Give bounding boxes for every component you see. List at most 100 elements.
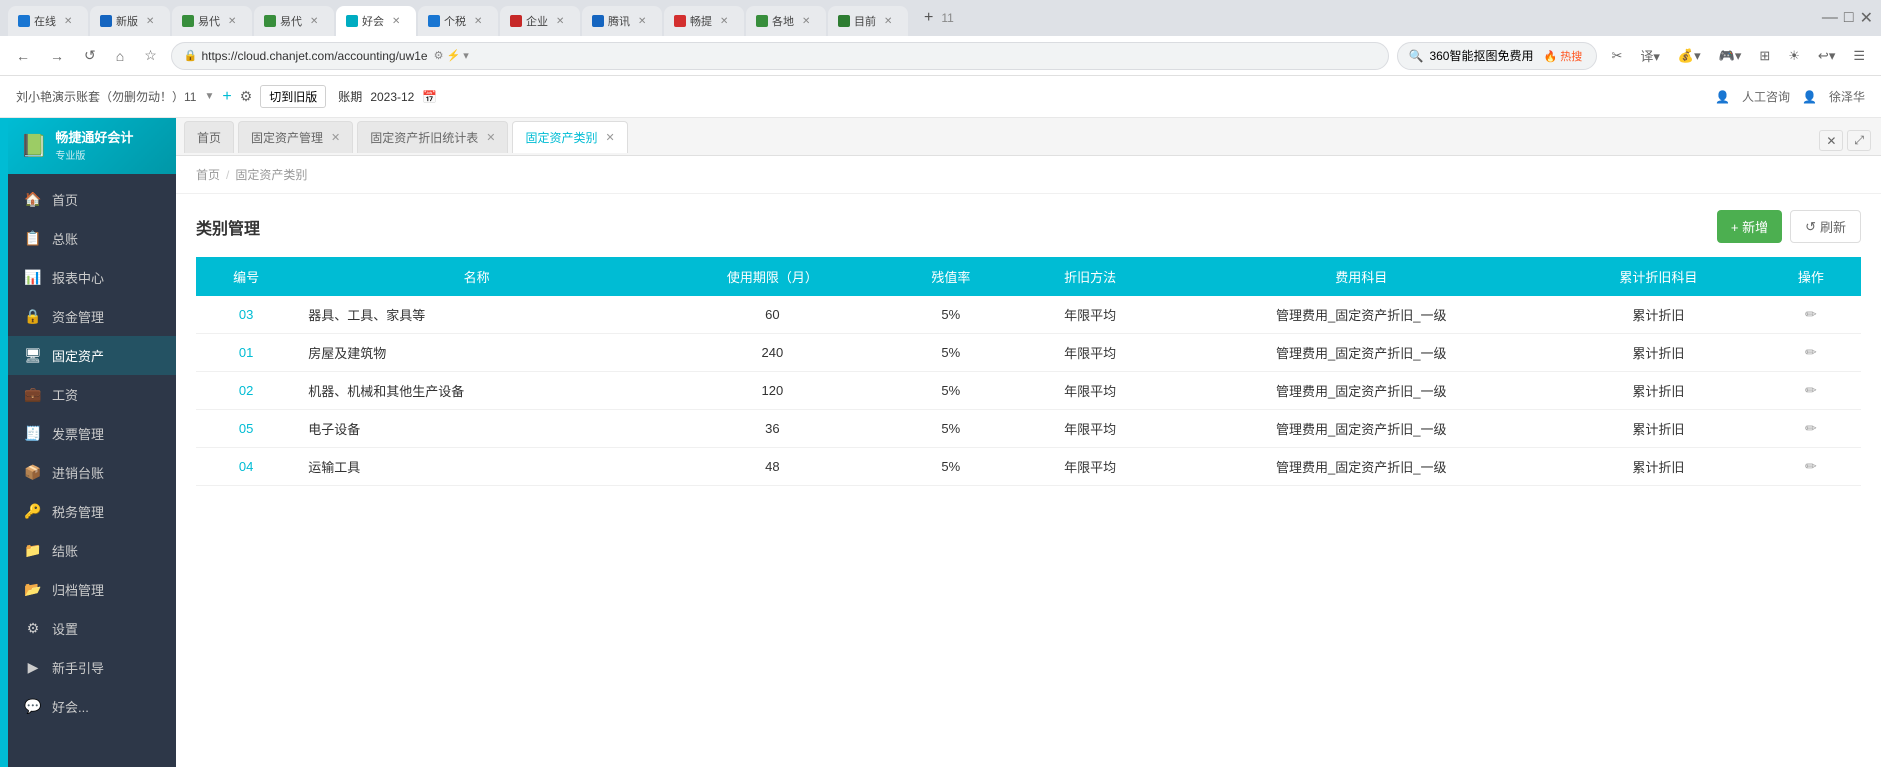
cell-period-1: 240: [657, 334, 888, 372]
sidebar-label-fixed_asset: 固定资产: [52, 346, 104, 365]
cell-accumulated-3: 累计折旧: [1556, 410, 1761, 448]
user-name[interactable]: 徐泽华: [1829, 88, 1865, 105]
maximize-btn[interactable]: □: [1844, 9, 1854, 27]
category-table: 编号名称使用期限（月）残值率折旧方法费用科目累计折旧科目操作 03 器具、工具、…: [196, 257, 1861, 486]
address-bar[interactable]: 🔒 https://cloud.chanjet.com/accounting/u…: [171, 42, 1390, 70]
hot-label: 🔥 热搜: [1543, 48, 1582, 64]
browser-tab-7[interactable]: 腾讯✕: [582, 6, 662, 36]
sidebar-item-home[interactable]: 🏠首页: [8, 180, 176, 219]
undo-btn[interactable]: ↩▾: [1812, 45, 1841, 67]
browser-tab-3[interactable]: 易代✕: [254, 6, 334, 36]
sidebar-item-guide[interactable]: ▶新手引导: [8, 648, 176, 687]
browser-tab-4[interactable]: 好会✕: [336, 6, 416, 36]
user-account-label: 刘小艳演示账套（勿删勿动！）11: [16, 88, 196, 105]
sidebar-item-recommend[interactable]: 💬好会...: [8, 687, 176, 726]
sun-btn[interactable]: ☀: [1782, 45, 1806, 67]
home-browser-btn[interactable]: ⌂: [110, 44, 130, 68]
sidebar-icon-guide: ▶: [24, 659, 42, 676]
browser-tab-5[interactable]: 个税✕: [418, 6, 498, 36]
tab-close-category[interactable]: ✕: [606, 131, 615, 144]
search-box[interactable]: 🔍 360智能抠图免费用 🔥 热搜: [1397, 42, 1597, 70]
consult-label[interactable]: 人工咨询: [1742, 88, 1790, 105]
minimize-btn[interactable]: —: [1822, 9, 1838, 27]
browser-tab-10[interactable]: 目前✕: [828, 6, 908, 36]
edit-btn-0[interactable]: ✏: [1805, 306, 1817, 322]
content-area: 首页 / 固定资产类别 类别管理 + 新增 ↺ 刷新: [176, 156, 1881, 767]
address-row: ← → ↺ ⌂ ☆ 🔒 https://cloud.chanjet.com/ac…: [0, 36, 1881, 76]
sidebar-icon-ledger: 📋: [24, 230, 42, 247]
refresh-label: 刷新: [1820, 217, 1846, 236]
browser-tab-8[interactable]: 畅提✕: [664, 6, 744, 36]
table-row: 05 电子设备 36 5% 年限平均 管理费用_固定资产折旧_一级 累计折旧 ✏: [196, 410, 1861, 448]
cell-name-0: 器具、工具、家具等: [296, 296, 657, 334]
wallet-btn[interactable]: 💰▾: [1672, 45, 1707, 67]
tab-close-fixed_mgmt[interactable]: ✕: [331, 131, 340, 144]
period-value: 2023-12: [370, 90, 414, 104]
app-tab-category[interactable]: 固定资产类别✕: [512, 121, 627, 153]
app-tab-fixed_mgmt[interactable]: 固定资产管理✕: [238, 121, 353, 153]
user-avatar-icon: 👤: [1802, 90, 1817, 104]
back-btn[interactable]: ←: [10, 44, 36, 68]
edit-btn-2[interactable]: ✏: [1805, 382, 1817, 398]
bookmark-btn[interactable]: ☆: [138, 43, 163, 68]
cell-code-2: 02: [196, 372, 296, 410]
calendar-icon[interactable]: 📅: [422, 90, 437, 104]
app-tab-home[interactable]: 首页: [184, 121, 234, 153]
settings-gear-btn[interactable]: ⚙: [240, 88, 253, 105]
sidebar-label-stock: 进销台账: [52, 463, 104, 482]
sidebar-item-report[interactable]: 📊报表中心: [8, 258, 176, 297]
expand-content-btn[interactable]: ⤢: [1847, 130, 1871, 151]
app-tab-depreciation[interactable]: 固定资产折旧统计表✕: [357, 121, 508, 153]
sidebar-label-home: 首页: [52, 190, 78, 209]
sidebar-item-salary[interactable]: 💼工资: [8, 375, 176, 414]
tabs-bar: 首页固定资产管理✕固定资产折旧统计表✕固定资产类别✕: [176, 118, 1881, 156]
sidebar-item-fixed_asset[interactable]: 🖥固定资产: [8, 336, 176, 375]
add-btn[interactable]: + 新增: [1717, 210, 1782, 243]
edit-btn-3[interactable]: ✏: [1805, 420, 1817, 436]
browser-tab-2[interactable]: 易代✕: [172, 6, 252, 36]
game-btn[interactable]: 🎮▾: [1713, 45, 1748, 67]
tab-count: 11: [941, 11, 953, 25]
grid-btn[interactable]: ⊞: [1753, 45, 1776, 67]
sidebar-item-settings[interactable]: ⚙设置: [8, 609, 176, 648]
translate-btn[interactable]: 译▾: [1634, 43, 1666, 68]
sidebar-item-stock[interactable]: 📦 进销台账: [8, 453, 176, 492]
sidebar-label-invoice: 发票管理: [52, 424, 104, 443]
add-account-btn[interactable]: +: [222, 88, 231, 106]
sidebar: 📗 畅捷通好会计 专业版 🏠首页📋总账📊报表中心🔒资金管理🖥固定资产💼工资🧾发票…: [8, 118, 176, 767]
breadcrumb-sep: /: [226, 168, 229, 182]
browser-tab-1[interactable]: 新版✕: [90, 6, 170, 36]
sidebar-item-settle[interactable]: 📁结账: [8, 531, 176, 570]
browser-tab-9[interactable]: 各地✕: [746, 6, 826, 36]
table-col-2: 使用期限（月）: [657, 257, 888, 296]
reload-btn[interactable]: ↺: [78, 43, 102, 68]
cell-method-2: 年限平均: [1014, 372, 1166, 410]
refresh-btn[interactable]: ↺ 刷新: [1790, 210, 1861, 243]
menu-btn[interactable]: ☰: [1847, 45, 1871, 67]
table-col-7: 操作: [1761, 257, 1861, 296]
edit-btn-1[interactable]: ✏: [1805, 344, 1817, 360]
breadcrumb-home[interactable]: 首页: [196, 166, 220, 183]
cut-btn[interactable]: ✂: [1605, 45, 1628, 67]
close-browser-btn[interactable]: ✕: [1860, 8, 1873, 28]
expand-icon[interactable]: ▼: [204, 91, 214, 102]
sidebar-icon-stock: 📦: [24, 464, 42, 481]
sidebar-label-settings: 设置: [52, 619, 78, 638]
forward-btn[interactable]: →: [44, 44, 70, 68]
sidebar-item-ledger[interactable]: 📋 总账: [8, 219, 176, 258]
tab-close-depreciation[interactable]: ✕: [486, 131, 495, 144]
sidebar-item-archive[interactable]: 📂归档管理: [8, 570, 176, 609]
browser-tab-0[interactable]: 在线✕: [8, 6, 88, 36]
edit-btn-4[interactable]: ✏: [1805, 458, 1817, 474]
sidebar-icon-fund: 🔒: [24, 308, 42, 325]
close-content-btn[interactable]: ✕: [1819, 130, 1843, 151]
sidebar-label-ledger: 总账: [52, 229, 78, 248]
sidebar-icon-recommend: 💬: [24, 698, 42, 715]
new-tab-btn[interactable]: +: [920, 9, 937, 27]
switch-version-btn[interactable]: 切到旧版: [260, 85, 326, 108]
browser-tab-6[interactable]: 企业✕: [500, 6, 580, 36]
breadcrumb-current: 固定资产类别: [235, 166, 307, 183]
sidebar-item-invoice[interactable]: 🧾发票管理: [8, 414, 176, 453]
sidebar-item-tax[interactable]: 🔑税务管理: [8, 492, 176, 531]
sidebar-item-fund[interactable]: 🔒资金管理: [8, 297, 176, 336]
